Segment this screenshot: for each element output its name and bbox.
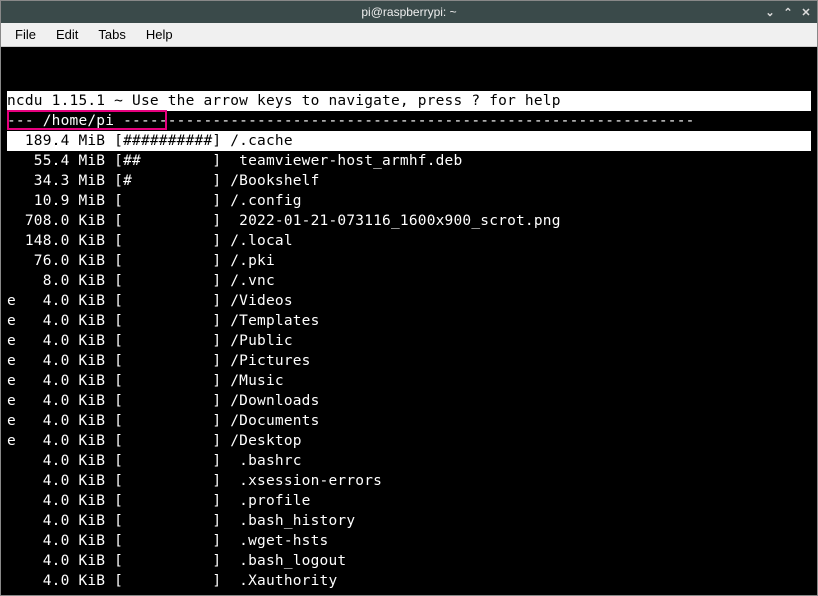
ncdu-file-list[interactable]: 189.4 MiB [##########] /.cache 55.4 MiB … (7, 131, 811, 591)
file-row[interactable]: e 4.0 KiB [ ] /Templates (7, 311, 811, 331)
file-row[interactable]: 4.0 KiB [ ] .profile (7, 491, 811, 511)
ncdu-header: ncdu 1.15.1 ~ Use the arrow keys to navi… (7, 91, 811, 111)
file-row[interactable]: e 4.0 KiB [ ] /Desktop (7, 431, 811, 451)
file-row[interactable]: 34.3 MiB [# ] /Bookshelf (7, 171, 811, 191)
ncdu-path-row: --- /home/pi ---------------------------… (7, 111, 811, 131)
file-row[interactable]: e 4.0 KiB [ ] /Downloads (7, 391, 811, 411)
file-row[interactable]: 76.0 KiB [ ] /.pki (7, 251, 811, 271)
file-row[interactable]: 189.4 MiB [##########] /.cache (7, 131, 811, 151)
terminal-output[interactable]: ncdu 1.15.1 ~ Use the arrow keys to navi… (1, 47, 817, 595)
file-row[interactable]: 55.4 MiB [## ] teamviewer-host_armhf.deb (7, 151, 811, 171)
menubar: File Edit Tabs Help (1, 23, 817, 47)
menu-file[interactable]: File (5, 25, 46, 44)
file-row[interactable]: 708.0 KiB [ ] 2022-01-21-073116_1600x900… (7, 211, 811, 231)
file-row[interactable]: 4.0 KiB [ ] .bash_logout (7, 551, 811, 571)
titlebar[interactable]: pi@raspberrypi: ~ ⌄ ⌃ ✕ (1, 1, 817, 23)
file-row[interactable]: 4.0 KiB [ ] .bashrc (7, 451, 811, 471)
file-row[interactable]: e 4.0 KiB [ ] /Documents (7, 411, 811, 431)
file-row[interactable]: 4.0 KiB [ ] .Xauthority (7, 571, 811, 591)
file-row[interactable]: e 4.0 KiB [ ] /Pictures (7, 351, 811, 371)
file-row[interactable]: e 4.0 KiB [ ] /Videos (7, 291, 811, 311)
menu-edit[interactable]: Edit (46, 25, 88, 44)
menu-tabs[interactable]: Tabs (88, 25, 135, 44)
file-row[interactable]: 4.0 KiB [ ] .xsession-errors (7, 471, 811, 491)
maximize-button[interactable]: ⌃ (781, 5, 795, 19)
window-title: pi@raspberrypi: ~ (1, 5, 817, 19)
file-row[interactable]: e 4.0 KiB [ ] /Music (7, 371, 811, 391)
minimize-button[interactable]: ⌄ (763, 5, 777, 19)
ncdu-path-line: --- /home/pi ---------------------------… (7, 113, 695, 129)
close-button[interactable]: ✕ (799, 5, 813, 19)
file-row[interactable]: 10.9 MiB [ ] /.config (7, 191, 811, 211)
file-row[interactable]: 148.0 KiB [ ] /.local (7, 231, 811, 251)
file-row[interactable]: 4.0 KiB [ ] .bash_history (7, 511, 811, 531)
file-row[interactable]: 4.0 KiB [ ] .wget-hsts (7, 531, 811, 551)
file-row[interactable]: 8.0 KiB [ ] /.vnc (7, 271, 811, 291)
window-controls: ⌄ ⌃ ✕ (763, 5, 813, 19)
menu-help[interactable]: Help (136, 25, 183, 44)
spacer (7, 591, 811, 595)
terminal-window: pi@raspberrypi: ~ ⌄ ⌃ ✕ File Edit Tabs H… (0, 0, 818, 596)
file-row[interactable]: e 4.0 KiB [ ] /Public (7, 331, 811, 351)
